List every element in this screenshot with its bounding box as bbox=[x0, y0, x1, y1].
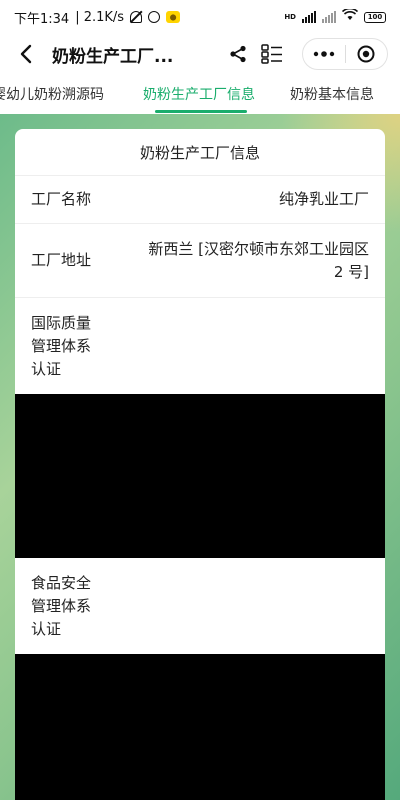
factory-info-card: 奶粉生产工厂信息 工厂名称 纯净乳业工厂 工厂地址 新西兰 [汉密尔顿市东郊工业… bbox=[15, 129, 385, 800]
food-safety-cert-label: 食品安全管理体系认证 bbox=[31, 574, 92, 638]
card-title: 奶粉生产工厂信息 bbox=[15, 129, 385, 176]
bell-muted-icon bbox=[130, 11, 143, 23]
status-time: 下午1:34 bbox=[14, 11, 70, 27]
factory-address-label: 工厂地址 bbox=[31, 251, 92, 269]
close-miniprogram-button[interactable] bbox=[346, 39, 388, 69]
factory-name-label: 工厂名称 bbox=[31, 190, 92, 208]
more-button[interactable] bbox=[303, 39, 345, 69]
more-dots-icon bbox=[313, 51, 334, 57]
signal-icon bbox=[302, 11, 316, 23]
menu-list-button[interactable] bbox=[258, 40, 286, 68]
share-icon bbox=[230, 45, 246, 63]
tab-traceability-code[interactable]: 婴幼儿奶粉溯源码 bbox=[0, 84, 104, 104]
status-bar: 下午1:34 | 2.1K/s ⬤ HD 100 bbox=[0, 0, 400, 34]
factory-address-row: 工厂地址 新西兰 [汉密尔顿市东郊工业园区 2 号] bbox=[15, 224, 385, 298]
list-icon bbox=[261, 44, 282, 64]
back-arrow-icon bbox=[20, 44, 32, 64]
share-button[interactable] bbox=[224, 40, 252, 68]
intl-quality-cert-row: 国际质量管理体系认证 bbox=[15, 298, 385, 394]
status-right: HD 100 bbox=[284, 7, 386, 25]
top-bar: 奶粉生产工厂... bbox=[0, 34, 400, 74]
active-tab-indicator bbox=[155, 110, 247, 113]
network-label: HD bbox=[284, 13, 296, 21]
page-title: 奶粉生产工厂... bbox=[52, 46, 174, 67]
app-badge-icon: ⬤ bbox=[166, 11, 181, 23]
capsule-menu bbox=[302, 38, 388, 70]
food-safety-cert-image[interactable] bbox=[15, 654, 385, 800]
signal-2-icon bbox=[322, 11, 336, 23]
intl-quality-cert-label: 国际质量管理体系认证 bbox=[31, 314, 92, 378]
intl-quality-cert-image[interactable] bbox=[15, 394, 385, 558]
status-left: 下午1:34 | 2.1K/s ⬤ bbox=[14, 8, 181, 27]
battery-icon: 100 bbox=[364, 11, 386, 23]
factory-address-value: 新西兰 [汉密尔顿市东郊工业园区 2 号] bbox=[148, 239, 369, 281]
factory-name-value: 纯净乳业工厂 bbox=[278, 190, 369, 208]
tab-factory-info[interactable]: 奶粉生产工厂信息 bbox=[143, 84, 255, 104]
alarm-icon bbox=[148, 11, 161, 23]
back-button[interactable] bbox=[12, 40, 40, 68]
wifi-icon bbox=[341, 7, 359, 25]
status-speed: | 2.1K/s bbox=[75, 9, 125, 25]
food-safety-cert-row: 食品安全管理体系认证 bbox=[15, 558, 385, 654]
factory-name-row: 工厂名称 纯净乳业工厂 bbox=[15, 176, 385, 224]
tab-bar: 婴幼儿奶粉溯源码 奶粉生产工厂信息 奶粉基本信息 bbox=[0, 74, 400, 114]
tab-basic-info[interactable]: 奶粉基本信息 bbox=[290, 84, 374, 104]
target-close-icon bbox=[357, 45, 375, 63]
